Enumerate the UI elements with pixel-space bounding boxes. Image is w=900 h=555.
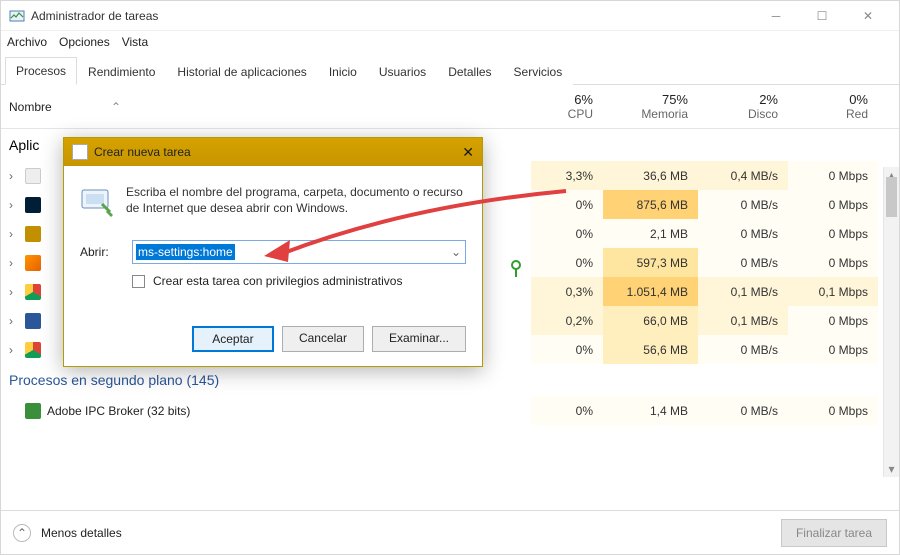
end-task-button[interactable]: Finalizar tarea <box>781 519 887 547</box>
expand-icon[interactable]: › <box>3 227 19 241</box>
table-row[interactable]: Adobe IPC Broker (32 bits) 0% 1,4 MB 0 M… <box>1 396 899 425</box>
firefox-icon <box>25 255 41 271</box>
run-dialog: Crear nueva tarea ✕ Escriba el nombre de… <box>63 137 483 367</box>
disk-lbl: Disco <box>748 107 778 121</box>
expand-icon[interactable]: › <box>3 285 19 299</box>
cell-net: 0 Mbps <box>788 161 878 190</box>
vertical-scrollbar[interactable]: ▴ ▾ <box>883 167 899 477</box>
admin-checkbox[interactable] <box>132 275 145 288</box>
photoshop-icon <box>25 197 41 213</box>
cpu-pct: 6% <box>574 92 593 107</box>
chrome-icon <box>25 342 41 358</box>
dialog-description: Escriba el nombre del programa, carpeta,… <box>126 184 466 216</box>
col-name[interactable]: Nombre ⌃ <box>1 100 431 114</box>
maximize-button[interactable]: ☐ <box>799 1 845 31</box>
dialog-close-button[interactable]: ✕ <box>462 144 474 161</box>
tab-usuarios[interactable]: Usuarios <box>368 58 437 85</box>
browse-button[interactable]: Examinar... <box>372 326 466 352</box>
expand-icon[interactable]: › <box>3 169 19 183</box>
chrome-icon <box>25 284 41 300</box>
menu-vista[interactable]: Vista <box>122 35 148 49</box>
fewer-details-label[interactable]: Menos detalles <box>41 526 122 540</box>
mem-lbl: Memoria <box>641 107 688 121</box>
adobe-ipc-icon <box>25 403 41 419</box>
tab-procesos[interactable]: Procesos <box>5 57 77 85</box>
sort-indicator-icon: ⌃ <box>111 100 121 114</box>
col-name-label: Nombre <box>9 100 52 114</box>
app-icon <box>25 168 41 184</box>
menu-opciones[interactable]: Opciones <box>59 35 110 49</box>
section-background: Procesos en segundo plano (145) <box>1 364 899 396</box>
tab-detalles[interactable]: Detalles <box>437 58 502 85</box>
net-lbl: Red <box>846 107 868 121</box>
titlebar: Administrador de tareas ─ ☐ ✕ <box>1 1 899 31</box>
scroll-down-icon[interactable]: ▾ <box>884 461 899 477</box>
menu-archivo[interactable]: Archivo <box>7 35 47 49</box>
scroll-thumb[interactable] <box>886 177 897 217</box>
minimize-button[interactable]: ─ <box>753 1 799 31</box>
tab-servicios[interactable]: Servicios <box>503 58 574 85</box>
disk-pct: 2% <box>759 92 778 107</box>
pin-icon <box>509 260 523 281</box>
dialog-titlebar[interactable]: Crear nueva tarea ✕ <box>64 138 482 166</box>
cancel-button[interactable]: Cancelar <box>282 326 364 352</box>
window-title: Administrador de tareas <box>31 9 158 23</box>
cell-disk: 0,4 MB/s <box>698 161 788 190</box>
cell-cpu: 3,3% <box>531 161 603 190</box>
footer: ⌃ Menos detalles Finalizar tarea <box>1 510 899 554</box>
net-pct: 0% <box>849 92 868 107</box>
col-net[interactable]: 0% Red <box>788 85 878 128</box>
menubar: Archivo Opciones Vista <box>1 31 899 53</box>
expand-icon[interactable]: › <box>3 343 19 357</box>
col-memory[interactable]: 75% Memoria <box>603 85 698 128</box>
run-program-icon <box>80 184 114 218</box>
chevron-down-icon[interactable]: ⌄ <box>451 245 461 259</box>
ok-button[interactable]: Aceptar <box>192 326 274 352</box>
admin-checkbox-label: Crear esta tarea con privilegios adminis… <box>153 274 402 288</box>
open-combobox[interactable]: ms-settings:home ⌄ <box>132 240 466 264</box>
mem-pct: 75% <box>662 92 688 107</box>
tabbar: Procesos Rendimiento Historial de aplica… <box>1 53 899 85</box>
tab-historial[interactable]: Historial de aplicaciones <box>166 58 317 85</box>
open-value: ms-settings:home <box>136 244 235 260</box>
cell-mem: 36,6 MB <box>603 161 698 190</box>
expand-icon[interactable]: › <box>3 198 19 212</box>
expand-icon[interactable]: › <box>3 256 19 270</box>
task-manager-icon <box>9 8 25 24</box>
app-icon <box>25 226 41 242</box>
open-label: Abrir: <box>80 245 120 259</box>
run-dialog-icon <box>72 144 88 160</box>
expand-icon[interactable]: › <box>3 314 19 328</box>
col-disk[interactable]: 2% Disco <box>698 85 788 128</box>
col-cpu[interactable]: 6% CPU <box>531 85 603 128</box>
column-headers: Nombre ⌃ 6% CPU 75% Memoria 2% Disco 0% … <box>1 85 899 129</box>
cpu-lbl: CPU <box>568 107 593 121</box>
close-button[interactable]: ✕ <box>845 1 891 31</box>
word-icon <box>25 313 41 329</box>
tab-rendimiento[interactable]: Rendimiento <box>77 58 166 85</box>
tab-inicio[interactable]: Inicio <box>318 58 368 85</box>
fewer-details-icon[interactable]: ⌃ <box>13 524 31 542</box>
dialog-title: Crear nueva tarea <box>94 145 191 159</box>
process-name: Adobe IPC Broker (32 bits) <box>47 404 431 418</box>
